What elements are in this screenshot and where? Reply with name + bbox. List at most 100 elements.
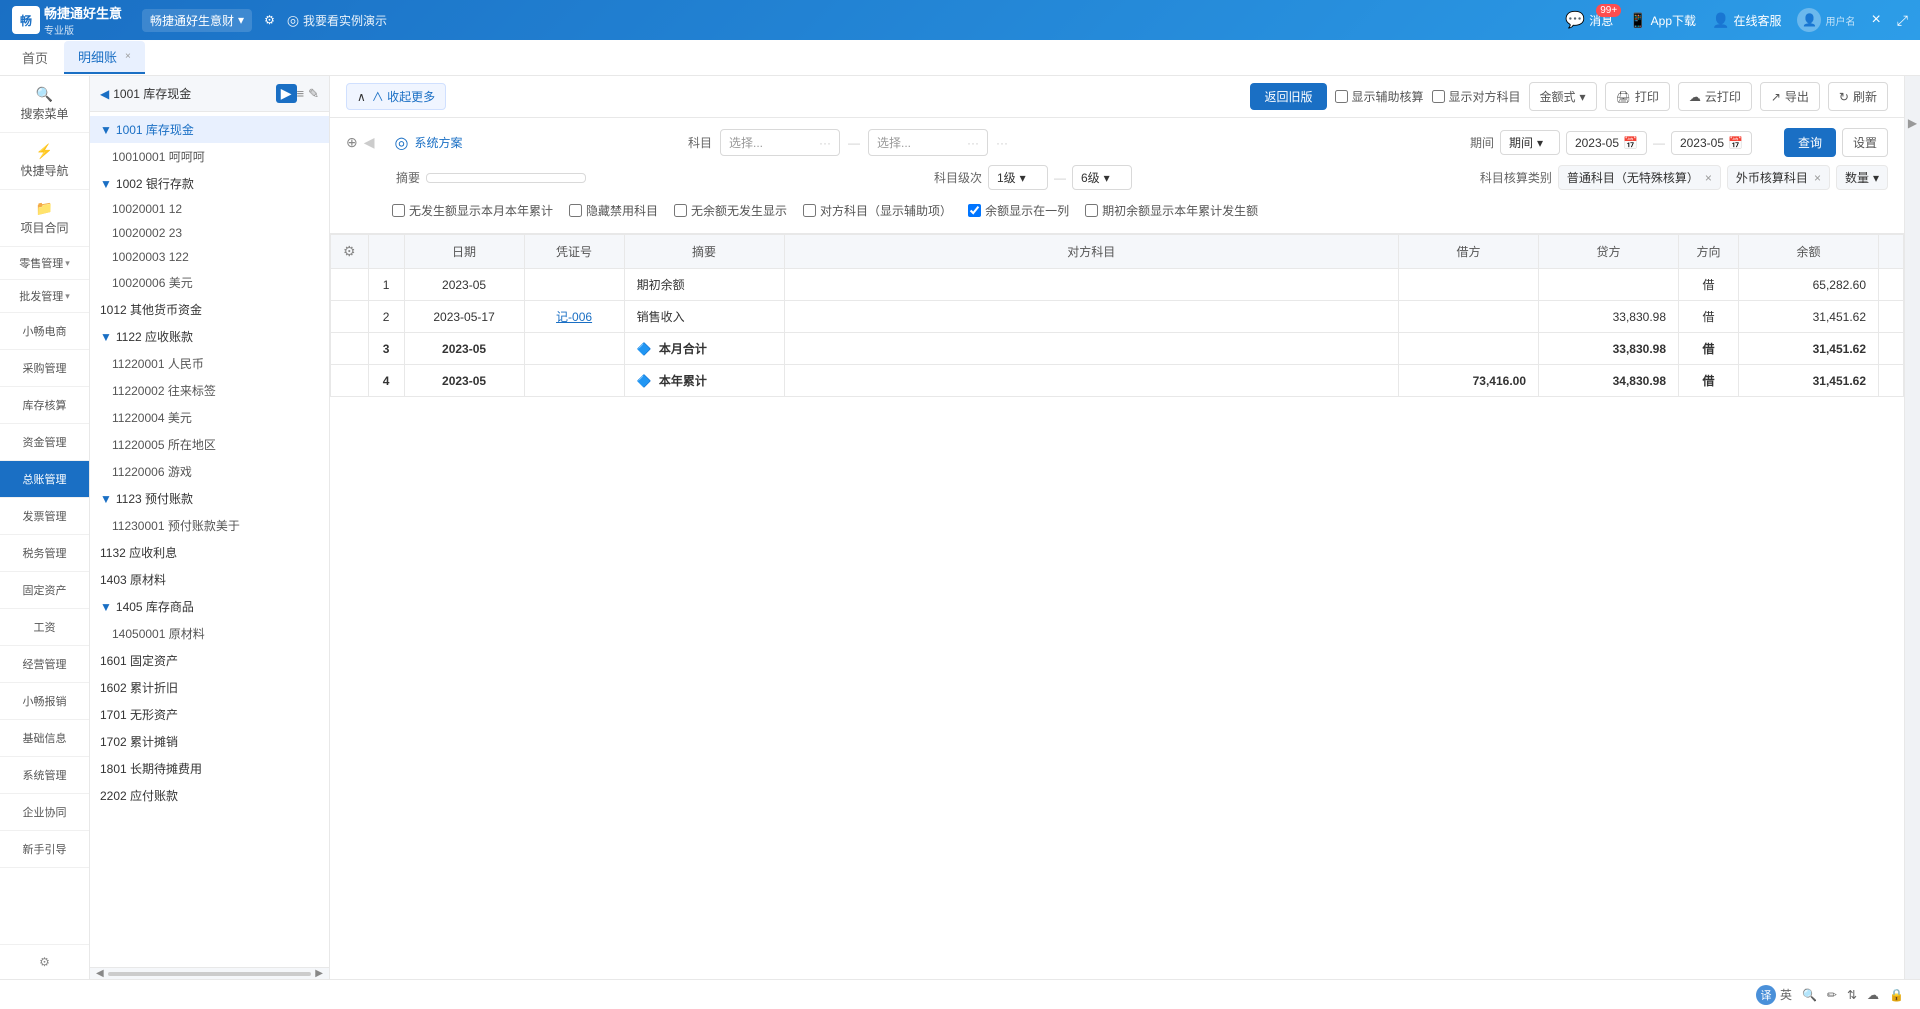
level-to-select[interactable]: 6级 ▾ (1072, 165, 1132, 190)
tree-item-1602[interactable]: 1602 累计折旧 (90, 674, 329, 701)
sidebar-item-search[interactable]: 🔍 搜索菜单 (0, 76, 89, 133)
cloud-print-button[interactable]: ☁ 云打印 (1678, 82, 1752, 111)
collapse-icon[interactable]: ▼ (100, 600, 112, 614)
right-panel[interactable]: ▶ (1904, 76, 1920, 979)
checkbox-no-balance[interactable]: 无余额无发生显示 (674, 202, 787, 219)
checkbox-opposite-subject[interactable]: 对方科目（显示辅助项） (803, 202, 952, 219)
tag-close-icon[interactable]: × (1814, 171, 1821, 185)
subject-from-input[interactable]: 选择... ··· (720, 129, 840, 156)
scheme-label[interactable]: 系统方案 (414, 134, 462, 151)
sidebar-item-shortcut[interactable]: ⚡ 快捷导航 (0, 133, 89, 190)
close-button[interactable]: × (1871, 11, 1880, 29)
sidebar-item-purchase[interactable]: 采购管理 (0, 350, 89, 387)
tree-item-10020006[interactable]: 10020006 美元 (90, 269, 329, 296)
sidebar-item-cooperation[interactable]: 企业协同 (0, 794, 89, 831)
query-button[interactable]: 查询 (1784, 128, 1836, 157)
settings-icon[interactable]: ⚙ (260, 9, 279, 31)
checkbox-balance-in-column[interactable]: 余额显示在一列 (968, 202, 1069, 219)
tree-scroll-left[interactable]: ◀ (96, 968, 104, 979)
print-button[interactable]: 🖨 打印 (1605, 82, 1670, 111)
tree-item-1601[interactable]: 1601 固定资产 (90, 647, 329, 674)
sidebar-item-assets[interactable]: 固定资产 (0, 572, 89, 609)
show-auxiliary-checkbox[interactable]: 显示辅助核算 (1335, 88, 1424, 105)
sidebar-item-invoice[interactable]: 发票管理 (0, 498, 89, 535)
sidebar-item-inventory[interactable]: 库存核算 (0, 387, 89, 424)
col-settings[interactable]: ⚙ (331, 235, 369, 269)
tree-item-1123[interactable]: ▼1123 预付账款 (90, 485, 329, 512)
tab-close-icon[interactable]: × (125, 51, 131, 62)
sidebar-item-finance[interactable]: 资金管理 (0, 424, 89, 461)
sidebar-item-project[interactable]: 📁 项目合同 (0, 190, 89, 247)
show-opposite-checkbox[interactable]: 显示对方科目 (1432, 88, 1521, 105)
tree-item-11220004[interactable]: 11220004 美元 (90, 404, 329, 431)
tree-item-11220005[interactable]: 11220005 所在地区 (90, 431, 329, 458)
sidebar-item-ecommerce[interactable]: 小畅电商 (0, 313, 89, 350)
sidebar-item-guide[interactable]: 新手引导 (0, 831, 89, 868)
message-button[interactable]: 💬 消息 99+ (1565, 10, 1613, 30)
sidebar-item-sales[interactable]: 小畅报销 (0, 683, 89, 720)
tree-item-14050001[interactable]: 14050001 原材料 (90, 620, 329, 647)
demo-link[interactable]: ◎ 我要看实例演示 (287, 12, 387, 29)
tree-add-icon[interactable]: ✎ (308, 86, 319, 102)
tree-scrollbar[interactable] (108, 972, 312, 976)
app-download-button[interactable]: 📱 App下载 (1629, 12, 1696, 29)
bottom-translate[interactable]: 译 英 (1756, 985, 1792, 1005)
tree-item-11220001[interactable]: 11220001 人民币 (90, 350, 329, 377)
tree-item-11220002[interactable]: 11220002 往来标签 (90, 377, 329, 404)
table-wrapper[interactable]: ⚙ 日期 凭证号 摘要 (330, 234, 1904, 979)
filter-collapse-icon[interactable]: ◀ (364, 134, 375, 151)
collapse-icon[interactable]: ▼ (100, 492, 112, 506)
tree-item-1405[interactable]: ▼1405 库存商品 (90, 593, 329, 620)
tree-item-10020003[interactable]: 10020003 122 (90, 245, 329, 269)
tree-back-icon[interactable]: ◀ (100, 87, 109, 101)
tree-item-2202[interactable]: 2202 应付账款 (90, 782, 329, 809)
tag-normal[interactable]: 普通科目（无特殊核算） × (1558, 165, 1721, 190)
more-options[interactable]: ··· (996, 136, 1008, 150)
return-old-version-button[interactable]: 返回旧版 (1250, 83, 1326, 110)
tab-home[interactable]: 首页 (8, 42, 62, 73)
tree-search-input[interactable] (113, 87, 271, 101)
tag-quantity[interactable]: 数量 ▾ (1836, 165, 1888, 190)
refresh-button[interactable]: ↻ 刷新 (1828, 82, 1888, 111)
summary-input[interactable] (426, 173, 586, 183)
tree-scroll-right[interactable]: ▶ (315, 968, 323, 979)
tree-item-1012[interactable]: 1012 其他货币资金 (90, 296, 329, 323)
sidebar-item-ledger[interactable]: 总账管理 (0, 461, 89, 498)
tree-item-10020002[interactable]: 10020002 23 (90, 221, 329, 245)
tree-item-1403[interactable]: 1403 原材料 (90, 566, 329, 593)
bottom-lock[interactable]: 🔒 (1889, 988, 1904, 1002)
settings-button[interactable]: 设置 (1842, 128, 1888, 157)
company-selector[interactable]: 畅捷通好生意财 ▾ (142, 9, 252, 32)
tree-item-1132[interactable]: 1132 应收利息 (90, 539, 329, 566)
tree-item-10010001[interactable]: 10010001 呵呵呵 (90, 143, 329, 170)
bottom-cloud[interactable]: ☁ (1867, 988, 1879, 1002)
tree-item-1701[interactable]: 1701 无形资产 (90, 701, 329, 728)
tree-item-1002[interactable]: ▼1002 银行存款 (90, 170, 329, 197)
sidebar-item-salary[interactable]: 工资 (0, 609, 89, 646)
export-button[interactable]: ↗ 导出 (1760, 82, 1820, 111)
tree-list-icon[interactable]: ≡ (297, 86, 305, 102)
collapse-icon[interactable]: ▼ (100, 177, 112, 191)
checkbox-hide-inactive[interactable]: 隐藏禁用科目 (569, 202, 658, 219)
bottom-edit[interactable]: ✏ (1827, 988, 1837, 1002)
level-from-select[interactable]: 1级 ▾ (988, 165, 1048, 190)
tree-item-1801[interactable]: 1801 长期待摊费用 (90, 755, 329, 782)
sidebar-item-system[interactable]: 系统管理 (0, 757, 89, 794)
tag-close-icon[interactable]: × (1705, 171, 1712, 185)
sidebar-settings[interactable]: ⚙ (0, 944, 89, 979)
amount-style-button[interactable]: 金额式 ▾ (1529, 82, 1597, 111)
online-service-button[interactable]: 👤 在线客服 (1712, 12, 1781, 29)
user-avatar[interactable]: 👤 用户名 (1797, 8, 1855, 32)
collapse-icon[interactable]: ▼ (100, 330, 112, 344)
subject-to-input[interactable]: 选择... ··· (868, 129, 988, 156)
filter-icon[interactable]: ⊕ (346, 134, 358, 151)
tree-item-11230001[interactable]: 11230001 预付账款美于 (90, 512, 329, 539)
sidebar-item-wholesale[interactable]: 批发管理 ▾ (0, 280, 89, 313)
tree-item-1702[interactable]: 1702 累计摊销 (90, 728, 329, 755)
expand-button[interactable]: ⤢ (1897, 12, 1908, 29)
bottom-sync[interactable]: ⇅ (1847, 988, 1857, 1002)
period-to-input[interactable]: 2023-05 📅 (1671, 131, 1752, 155)
sidebar-item-retail[interactable]: 零售管理 ▾ (0, 247, 89, 280)
tree-item-1001[interactable]: ▼1001 库存现金 (90, 116, 329, 143)
period-type-select[interactable]: 期间 ▾ (1500, 130, 1560, 155)
